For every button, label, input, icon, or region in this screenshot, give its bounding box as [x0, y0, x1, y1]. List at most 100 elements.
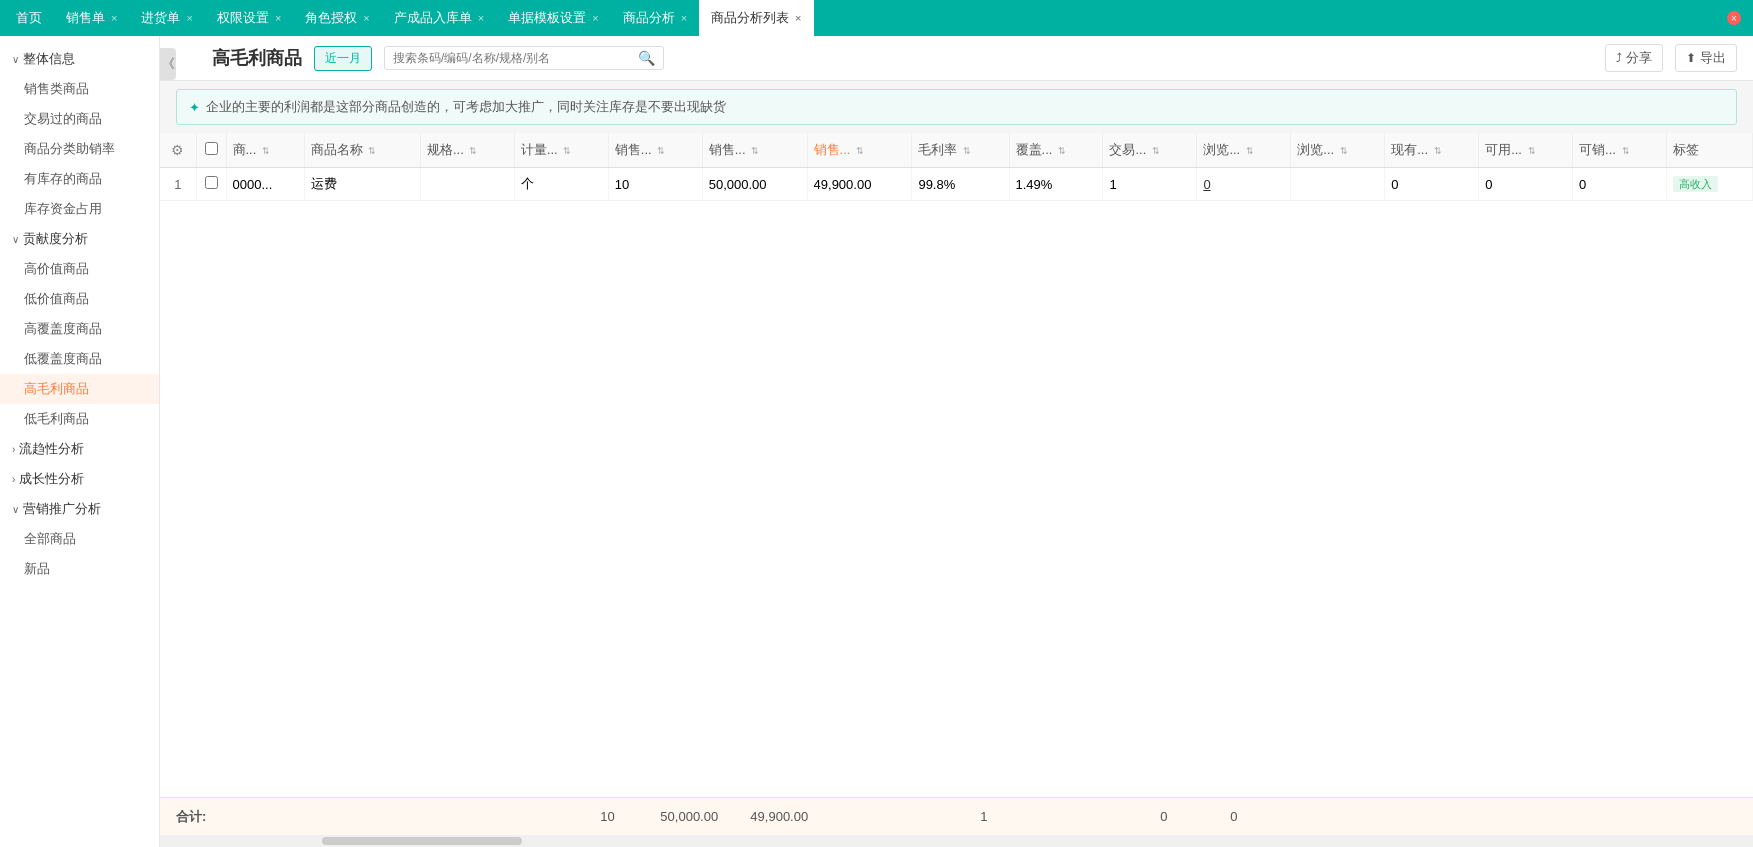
- horizontal-scrollbar[interactable]: [160, 835, 1753, 847]
- table-container: ⚙ 商... ⇅ 商品名称 ⇅: [160, 133, 1753, 797]
- row-spec: [420, 168, 514, 201]
- sort-icon-view1[interactable]: ⇅: [1246, 146, 1254, 156]
- sidebar-item-high-coverage[interactable]: 高覆盖度商品: [0, 314, 159, 344]
- sidebar-section-contribution[interactable]: ∨ 贡献度分析: [0, 224, 159, 254]
- sidebar-item-traded-goods[interactable]: 交易过的商品: [0, 104, 159, 134]
- sort-icon-sales-profit[interactable]: ⇅: [856, 146, 864, 156]
- sidebar-item-category-sales-rate[interactable]: 商品分类助销率: [0, 134, 159, 164]
- sort-icon-available-stock[interactable]: ⇅: [1528, 146, 1536, 156]
- th-sellable: 可销... ⇅: [1573, 133, 1667, 168]
- sidebar-section-marketing[interactable]: ∨ 营销推广分析: [0, 494, 159, 524]
- window-close-btn[interactable]: ×: [1727, 11, 1741, 25]
- close-role-auth[interactable]: ×: [363, 12, 369, 24]
- close-product-analysis-list[interactable]: ×: [795, 12, 801, 24]
- sidebar-item-new-goods[interactable]: 新品: [0, 554, 159, 584]
- sidebar-item-sales-goods[interactable]: 销售类商品: [0, 74, 159, 104]
- nav-role-auth[interactable]: 角色授权 ×: [293, 0, 381, 36]
- section-arrow-growth: ›: [12, 474, 15, 485]
- sidebar-item-low-coverage[interactable]: 低覆盖度商品: [0, 344, 159, 374]
- nav-home[interactable]: 首页: [4, 0, 54, 36]
- content-header: 高毛利商品 近一月 🔍 ⤴ 分享 ⬆ 导出: [160, 36, 1753, 81]
- search-icon[interactable]: 🔍: [638, 50, 655, 66]
- sort-icon-sales-amount[interactable]: ⇅: [751, 146, 759, 156]
- sidebar-section-overall[interactable]: ∨ 整体信息: [0, 44, 159, 74]
- nav-bill-template[interactable]: 单据模板设置 ×: [496, 0, 610, 36]
- close-purchase-order[interactable]: ×: [186, 12, 192, 24]
- window-controls: ×: [1727, 11, 1749, 25]
- scrollbar-thumb[interactable]: [322, 837, 522, 845]
- sidebar-section-growth[interactable]: › 成长性分析: [0, 464, 159, 494]
- info-banner: ✦ 企业的主要的利润都是这部分商品创造的，可考虑加大推广，同时关注库存是不要出现…: [176, 89, 1737, 125]
- footer-values: 10 50,000.00 49,900.00 1 0 0: [214, 809, 1737, 824]
- nav-product-analysis[interactable]: 商品分析 ×: [611, 0, 699, 36]
- th-code: 商... ⇅: [226, 133, 304, 168]
- row-view1[interactable]: 0: [1197, 168, 1291, 201]
- select-all-checkbox[interactable]: [205, 142, 218, 155]
- info-icon: ✦: [189, 100, 200, 115]
- close-sales-order[interactable]: ×: [111, 12, 117, 24]
- export-btn[interactable]: ⬆ 导出: [1675, 44, 1737, 72]
- sort-icon-sales-count[interactable]: ⇅: [657, 146, 665, 156]
- th-sales-profit: 销售... ⇅: [807, 133, 912, 168]
- th-settings: ⚙: [160, 133, 196, 168]
- th-checkbox: [196, 133, 226, 168]
- filter-recent-month-btn[interactable]: 近一月: [314, 46, 372, 71]
- th-coverage: 覆盖... ⇅: [1009, 133, 1103, 168]
- sort-icon-coverage[interactable]: ⇅: [1058, 146, 1066, 156]
- sidebar-item-low-value[interactable]: 低价值商品: [0, 284, 159, 314]
- row-name: 运费: [304, 168, 420, 201]
- search-input[interactable]: [393, 51, 638, 65]
- th-tag: 标签: [1666, 133, 1752, 168]
- sort-icon-name[interactable]: ⇅: [368, 146, 376, 156]
- row-checkbox[interactable]: [205, 176, 218, 189]
- tag-label: 高收入: [1673, 176, 1718, 192]
- close-product-analysis[interactable]: ×: [681, 12, 687, 24]
- share-icon: ⤴: [1616, 51, 1622, 65]
- th-available-stock: 可用... ⇅: [1479, 133, 1573, 168]
- sidebar-item-stock-capital[interactable]: 库存资金占用: [0, 194, 159, 224]
- footer-sales-count: 10: [600, 809, 660, 824]
- row-tag: 高收入: [1666, 168, 1752, 201]
- row-gross-margin: 99.8%: [912, 168, 1009, 201]
- settings-icon[interactable]: ⚙: [171, 142, 184, 158]
- sort-icon-code[interactable]: ⇅: [262, 146, 270, 156]
- close-permission-settings[interactable]: ×: [275, 12, 281, 24]
- th-current-stock: 现有... ⇅: [1385, 133, 1479, 168]
- th-view2: 浏览... ⇅: [1291, 133, 1385, 168]
- sort-icon-current-stock[interactable]: ⇅: [1434, 146, 1442, 156]
- nav-finished-goods[interactable]: 产成品入库单 ×: [382, 0, 496, 36]
- section-arrow-contribution: ∨: [12, 234, 19, 245]
- th-sales-count: 销售... ⇅: [608, 133, 702, 168]
- close-finished-goods[interactable]: ×: [478, 12, 484, 24]
- sort-icon-gross-margin[interactable]: ⇅: [963, 146, 971, 156]
- footer-current-stock: 0: [1160, 809, 1230, 824]
- row-current-stock: 0: [1385, 168, 1479, 201]
- row-code: 0000...: [226, 168, 304, 201]
- nav-purchase-order[interactable]: 进货单 ×: [129, 0, 204, 36]
- sidebar-item-all-goods[interactable]: 全部商品: [0, 524, 159, 554]
- sidebar-item-high-value[interactable]: 高价值商品: [0, 254, 159, 284]
- sidebar-item-low-margin[interactable]: 低毛利商品: [0, 404, 159, 434]
- sort-icon-spec[interactable]: ⇅: [469, 146, 477, 156]
- main-layout: ∨ 整体信息 销售类商品 交易过的商品 商品分类助销率 有库存的商品 库存资金占…: [0, 36, 1753, 847]
- row-sales-amount: 50,000.00: [702, 168, 807, 201]
- row-trade-count: 1: [1103, 168, 1197, 201]
- sidebar-section-trend[interactable]: › 流趋性分析: [0, 434, 159, 464]
- sort-icon-view2[interactable]: ⇅: [1340, 146, 1348, 156]
- sort-icon-trade-count[interactable]: ⇅: [1152, 146, 1160, 156]
- nav-sales-order[interactable]: 销售单 ×: [54, 0, 129, 36]
- row-sellable: 0: [1573, 168, 1667, 201]
- sort-icon-sellable[interactable]: ⇅: [1622, 146, 1630, 156]
- sidebar-item-high-margin[interactable]: 高毛利商品: [0, 374, 159, 404]
- nav-permission-settings[interactable]: 权限设置 ×: [205, 0, 293, 36]
- sidebar-item-in-stock-goods[interactable]: 有库存的商品: [0, 164, 159, 194]
- footer-label: 合计:: [176, 808, 206, 826]
- close-bill-template[interactable]: ×: [592, 12, 598, 24]
- share-btn[interactable]: ⤴ 分享: [1605, 44, 1663, 72]
- sort-icon-unit[interactable]: ⇅: [563, 146, 571, 156]
- nav-product-analysis-list[interactable]: 商品分析列表 ×: [699, 0, 813, 36]
- sidebar-toggle-btn[interactable]: 《: [160, 48, 176, 80]
- sidebar: ∨ 整体信息 销售类商品 交易过的商品 商品分类助销率 有库存的商品 库存资金占…: [0, 36, 160, 847]
- table-header-row: ⚙ 商... ⇅ 商品名称 ⇅: [160, 133, 1753, 168]
- section-arrow-overall: ∨: [12, 54, 19, 65]
